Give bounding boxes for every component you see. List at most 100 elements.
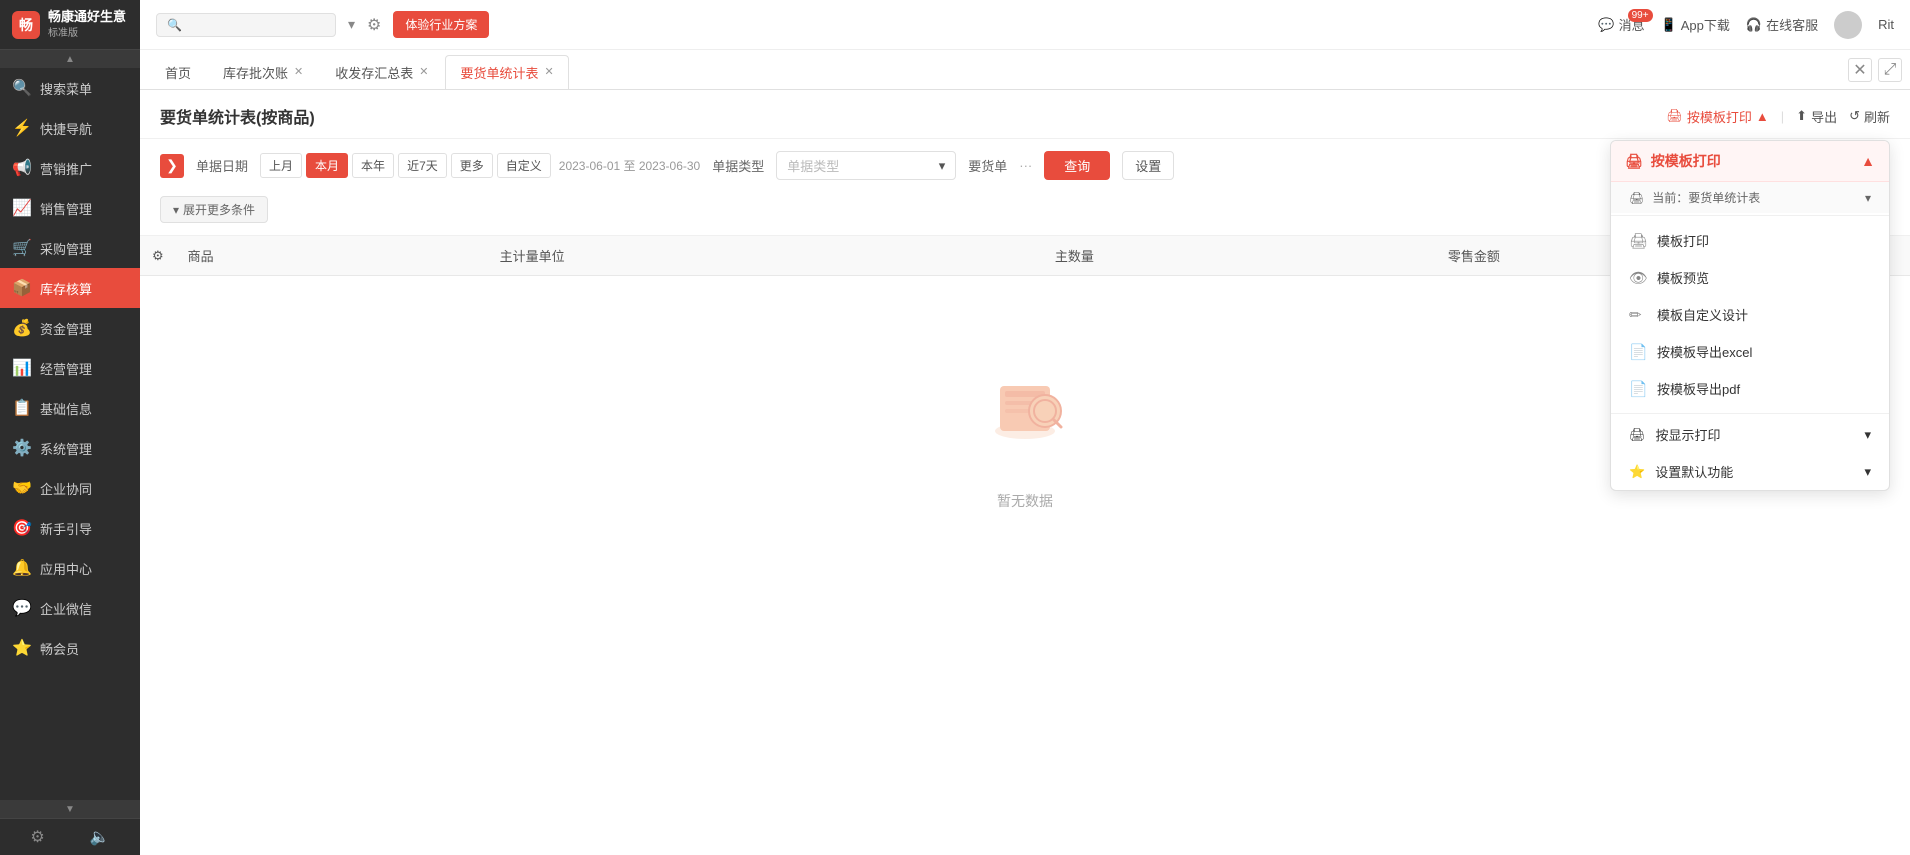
dropdown-set-default[interactable]: ⭐ 设置默认功能 ▾	[1611, 453, 1889, 490]
empty-text: 暂无数据	[997, 491, 1053, 511]
app-version: 标准版	[48, 27, 126, 41]
design-icon: ✏	[1629, 306, 1647, 324]
guide-icon: 🎯	[12, 518, 32, 538]
sidebar-scroll-down[interactable]: ▼	[0, 800, 140, 818]
header-right: 💬 消息 99+ 📱 App下载 🎧 在线客服 Rit	[1598, 11, 1894, 39]
sidebar-item-operation[interactable]: 📊 经营管理	[0, 348, 140, 388]
tab-close-batch[interactable]: ✕	[294, 67, 303, 78]
inventory-icon: 📦	[12, 278, 32, 298]
dropdown-item-template-preview[interactable]: 👁 模板预览	[1611, 259, 1889, 296]
sidebar-item-system[interactable]: ⚙️ 系统管理	[0, 428, 140, 468]
chevron-down-icon: ▾	[939, 158, 946, 174]
tab-batch-accounts[interactable]: 库存批次账 ✕	[208, 55, 318, 89]
dropdown-item-export-excel[interactable]: 📄 按模板导出excel	[1611, 333, 1889, 370]
industry-btn[interactable]: 体验行业方案	[393, 11, 489, 38]
sidebar-item-guide[interactable]: 🎯 新手引导	[0, 508, 140, 548]
dropdown-display-print[interactable]: 🖨 按显示打印 ▾	[1611, 416, 1889, 453]
col-gear[interactable]: ⚙	[140, 236, 176, 276]
tab-order-stats[interactable]: 要货单统计表 ✕	[445, 55, 568, 89]
sidebar-item-label: 快捷导航	[40, 119, 92, 138]
home-label: 首页	[165, 63, 191, 82]
sidebar-item-purchase[interactable]: 🛒 采购管理	[0, 228, 140, 268]
download-icon: 📱	[1661, 17, 1677, 33]
sidebar-item-appstore[interactable]: 🔔 应用中心	[0, 548, 140, 588]
dropdown-header[interactable]: 🖨 按模板打印 ▲	[1611, 141, 1889, 182]
template-print-btn[interactable]: 🖨 按模板打印 ▲	[1666, 107, 1768, 126]
filter-toggle-btn[interactable]: ❯	[160, 154, 184, 178]
operation-icon: 📊	[12, 358, 32, 378]
sidebar-item-wechat[interactable]: 💬 企业微信	[0, 588, 140, 628]
tab-bar-right: ✕ ⤢	[1848, 58, 1902, 82]
dropdown-current: 🖨 当前：要货单统计表 ▾	[1611, 182, 1889, 213]
tab-close-all-btn[interactable]: ✕	[1848, 58, 1872, 82]
finance-icon: 💰	[12, 318, 32, 338]
export-icon: ⬆	[1796, 108, 1807, 124]
tab-label: 库存批次账	[223, 63, 288, 82]
date-last-7[interactable]: 近7天	[398, 153, 447, 178]
print-icon: 🖨	[1666, 108, 1683, 124]
header-search[interactable]: 🔍	[156, 13, 336, 37]
sidebar-item-finance[interactable]: 💰 资金管理	[0, 308, 140, 348]
sidebar-nav: 🔍 搜索菜单 ⚡ 快捷导航 📢 营销推广 📈 销售管理 🛒 采购管理 📦 库存核…	[0, 68, 140, 800]
app-download-btn[interactable]: 📱 App下载	[1661, 15, 1730, 34]
excel-icon: 📄	[1629, 343, 1647, 361]
dropdown-item-template-print[interactable]: 🖨 模板打印	[1611, 222, 1889, 259]
refresh-btn[interactable]: ↺ 刷新	[1849, 107, 1890, 126]
date-this-month[interactable]: 本月	[306, 153, 348, 178]
sidebar-item-label: 营销推广	[40, 159, 92, 178]
sidebar-item-cooperation[interactable]: 🤝 企业协同	[0, 468, 140, 508]
query-btn[interactable]: 查询	[1044, 151, 1110, 180]
tab-expand-btn[interactable]: ⤢	[1878, 58, 1902, 82]
sidebar-item-sales[interactable]: 📈 销售管理	[0, 188, 140, 228]
refresh-icon: ↺	[1849, 108, 1860, 124]
sidebar-scroll-up[interactable]: ▲	[0, 50, 140, 68]
tab-home[interactable]: 首页	[150, 55, 206, 89]
current-icon: 🖨	[1629, 191, 1644, 205]
sidebar-item-label: 应用中心	[40, 559, 92, 578]
sidebar-item-label: 基础信息	[40, 399, 92, 418]
export-btn[interactable]: ⬆ 导出	[1796, 107, 1837, 126]
date-custom[interactable]: 自定义	[497, 153, 551, 178]
date-more[interactable]: 更多	[451, 153, 493, 178]
messages-btn[interactable]: 💬 消息 99+	[1598, 15, 1644, 34]
online-service-btn[interactable]: 🎧 在线客服	[1746, 15, 1818, 34]
basic-icon: 📋	[12, 398, 32, 418]
message-icon: 💬	[1598, 17, 1614, 33]
dropdown-item-template-design[interactable]: ✏ 模板自定义设计	[1611, 296, 1889, 333]
dropdown-item-export-pdf[interactable]: 📄 按模板导出pdf	[1611, 370, 1889, 407]
expand-more-btn[interactable]: ▾ 展开更多条件	[160, 196, 268, 223]
pdf-icon: 📄	[1629, 380, 1647, 398]
chevron-down-icon: ▾	[173, 203, 179, 217]
audio-icon[interactable]: 🔈	[90, 827, 110, 847]
tab-label: 要货单统计表	[460, 63, 538, 82]
sidebar-item-quick-nav[interactable]: ⚡ 快捷导航	[0, 108, 140, 148]
sidebar-item-marketing[interactable]: 📢 营销推广	[0, 148, 140, 188]
col-product: 商品	[176, 236, 488, 276]
display-print-icon: 🖨	[1629, 427, 1646, 443]
sidebar-item-label: 库存核算	[40, 279, 92, 298]
header-gear-icon[interactable]: ⚙	[367, 15, 381, 35]
tab-bar: 首页 库存批次账 ✕ 收发存汇总表 ✕ 要货单统计表 ✕ ✕ ⤢	[140, 50, 1910, 90]
doc-type-select[interactable]: 单据类型 ▾	[776, 151, 956, 180]
date-prev-month[interactable]: 上月	[260, 153, 302, 178]
avatar[interactable]	[1834, 11, 1862, 39]
sidebar-item-label: 企业协同	[40, 479, 92, 498]
sidebar-item-label: 系统管理	[40, 439, 92, 458]
sidebar-item-basic[interactable]: 📋 基础信息	[0, 388, 140, 428]
sales-icon: 📈	[12, 198, 32, 218]
tab-close-order[interactable]: ✕	[545, 67, 554, 78]
date-this-year[interactable]: 本年	[352, 153, 394, 178]
sidebar-item-inventory[interactable]: 📦 库存核算	[0, 268, 140, 308]
header-dropdown-icon[interactable]: ▾	[348, 16, 355, 33]
vip-icon: ⭐	[12, 638, 32, 658]
tab-receipts-summary[interactable]: 收发存汇总表 ✕	[320, 55, 443, 89]
date-options: 上月 本月 本年 近7天 更多 自定义 2023-06-01 至 2023-06…	[260, 153, 700, 178]
col-quantity: 主数量	[1043, 236, 1436, 276]
settings-icon[interactable]: ⚙	[30, 827, 44, 847]
sidebar-item-label: 经营管理	[40, 359, 92, 378]
more-icon[interactable]: ···	[1019, 158, 1032, 173]
settings-btn[interactable]: 设置	[1122, 151, 1174, 180]
tab-close-receipts[interactable]: ✕	[419, 67, 428, 78]
sidebar-item-vip[interactable]: ⭐ 畅会员	[0, 628, 140, 668]
sidebar-item-search[interactable]: 🔍 搜索菜单	[0, 68, 140, 108]
